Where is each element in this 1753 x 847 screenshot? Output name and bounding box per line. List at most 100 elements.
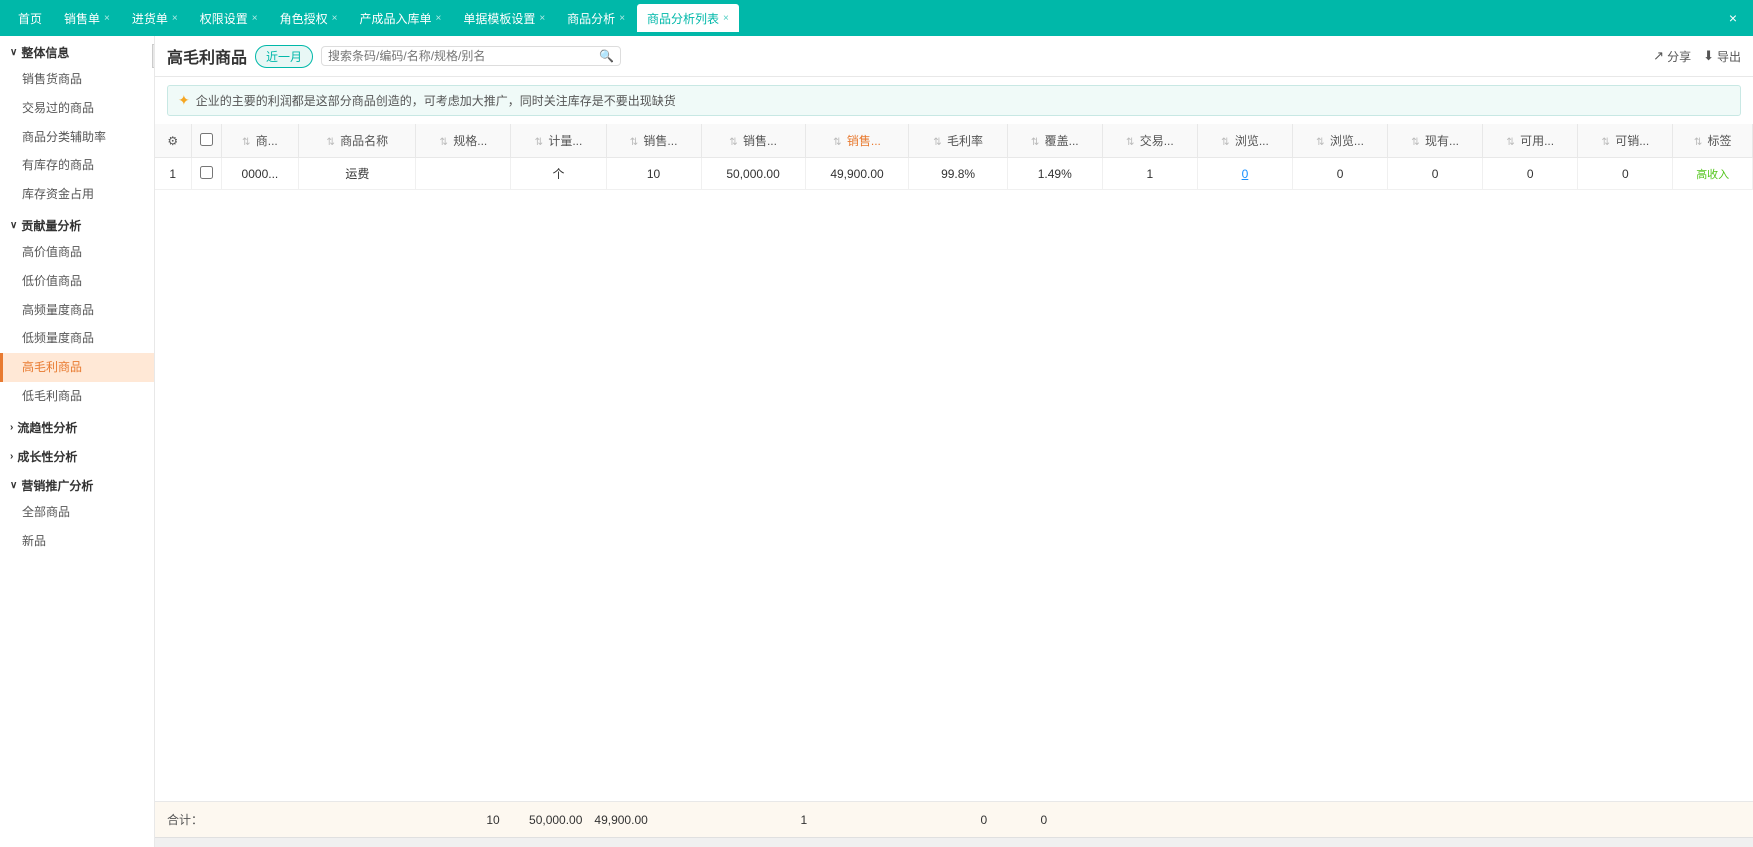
sort-handle-available: ⇅ [1506, 137, 1514, 148]
col-sellable[interactable]: ⇅ 可销... [1578, 124, 1673, 158]
sidebar-collapse-button[interactable]: « [152, 44, 155, 68]
export-button[interactable]: ⬇ 导出 [1703, 48, 1741, 65]
main-layout: « ∨ 整体信息 销售货商品 交易过的商品 商品分类辅助率 有库存的商品 库存资… [0, 36, 1753, 847]
sidebar-item-high-freq[interactable]: 高频量度商品 [0, 296, 154, 325]
collapse-arrow-growth: › [10, 451, 13, 462]
close-production-tab[interactable]: × [435, 13, 441, 24]
content-header: 高毛利商品 近一月 🔍 ↗ 分享 ⬇ 导出 [155, 36, 1753, 77]
sidebar-item-high-value[interactable]: 高价值商品 [0, 238, 154, 267]
nav-tab-analysis-list[interactable]: 商品分析列表 × [637, 4, 739, 32]
footer-sales-cost: 49,900.00 [588, 813, 653, 827]
col-unit[interactable]: ⇅ 计量... [511, 124, 606, 158]
footer-empty-rate [654, 813, 714, 827]
col-browse2[interactable]: ⇅ 浏览... [1293, 124, 1388, 158]
cell-sellable: 0 [1578, 158, 1673, 190]
cell-sales-qty: 10 [606, 158, 701, 190]
col-spec[interactable]: ⇅ 规格... [416, 124, 511, 158]
nav-tab-permissions[interactable]: 权限设置 × [190, 4, 268, 32]
close-template-tab[interactable]: × [539, 13, 545, 24]
close-all-tabs[interactable]: × [1721, 10, 1745, 26]
close-permissions-tab[interactable]: × [252, 13, 258, 24]
close-analysis-list-tab[interactable]: × [723, 13, 729, 24]
sidebar-section-trend[interactable]: › 流趋性分析 [0, 411, 154, 440]
close-roles-tab[interactable]: × [332, 13, 338, 24]
table-container[interactable]: ⚙ ⇅ 商... ⇅ 商品名称 [155, 124, 1753, 801]
cell-index: 1 [155, 158, 191, 190]
cell-tag: 高收入 [1673, 158, 1753, 190]
col-code[interactable]: ⇅ 商... [221, 124, 299, 158]
search-input[interactable] [328, 49, 595, 63]
page-title: 高毛利商品 [167, 44, 247, 68]
sort-handle-sales-amount: ⇅ [729, 137, 737, 148]
sort-handle-sales-cost: ⇅ [833, 137, 841, 148]
collapse-arrow-overall: ∨ [10, 47, 17, 58]
total-label: 合计： [167, 811, 203, 828]
sort-handle-sellable: ⇅ [1601, 137, 1609, 148]
nav-tab-roles[interactable]: 角色授权 × [270, 4, 348, 32]
sidebar-item-low-value[interactable]: 低价值商品 [0, 267, 154, 296]
sidebar: « ∨ 整体信息 销售货商品 交易过的商品 商品分类辅助率 有库存的商品 库存资… [0, 36, 155, 847]
col-current-stock[interactable]: ⇅ 现有... [1388, 124, 1483, 158]
share-button[interactable]: ↗ 分享 [1653, 48, 1691, 65]
sidebar-item-new-goods[interactable]: 新品 [0, 527, 154, 556]
col-trade[interactable]: ⇅ 交易... [1102, 124, 1197, 158]
cell-coverage: 1.49% [1007, 158, 1102, 190]
col-name[interactable]: ⇅ 商品名称 [299, 124, 416, 158]
col-profit-rate[interactable]: ⇅ 毛利率 [909, 124, 1007, 158]
sidebar-item-traded-goods[interactable]: 交易过的商品 [0, 94, 154, 123]
close-purchase-tab[interactable]: × [172, 13, 178, 24]
footer-empty-browse2 [894, 813, 954, 827]
nav-tab-purchase[interactable]: 进货单 × [122, 4, 188, 32]
row-checkbox[interactable] [200, 166, 213, 179]
filter-recent-month[interactable]: 近一月 [255, 45, 313, 68]
sidebar-item-instock-goods[interactable]: 有库存的商品 [0, 151, 154, 180]
nav-tab-home[interactable]: 首页 [8, 4, 52, 32]
col-sales-cost[interactable]: ⇅ 销售... [805, 124, 909, 158]
table-header-row: ⚙ ⇅ 商... ⇅ 商品名称 [155, 124, 1753, 158]
close-sales-tab[interactable]: × [104, 13, 110, 24]
col-sales-amount[interactable]: ⇅ 销售... [701, 124, 805, 158]
export-icon: ⬇ [1703, 48, 1714, 64]
bulb-icon: ✦ [178, 92, 190, 109]
settings-icon[interactable]: ⚙ [167, 134, 178, 148]
footer-cell-empty2 [283, 813, 343, 827]
sidebar-item-high-profit[interactable]: 高毛利商品 [0, 353, 154, 382]
col-available[interactable]: ⇅ 可用... [1483, 124, 1578, 158]
nav-tab-template[interactable]: 单据模板设置 × [453, 4, 555, 32]
sort-handle-trade: ⇅ [1126, 137, 1134, 148]
footer-cell-empty3 [343, 813, 403, 827]
sort-handle-sales-qty: ⇅ [630, 137, 638, 148]
col-checkbox [191, 124, 221, 158]
sidebar-item-all-goods[interactable]: 全部商品 [0, 498, 154, 527]
search-icon[interactable]: 🔍 [599, 49, 614, 63]
nav-tab-analysis[interactable]: 商品分析 × [557, 4, 635, 32]
col-browse1[interactable]: ⇅ 浏览... [1197, 124, 1292, 158]
nav-tab-production[interactable]: 产成品入库单 × [349, 4, 451, 32]
sidebar-item-low-freq[interactable]: 低频量度商品 [0, 324, 154, 353]
info-bar: ✦ 企业的主要的利润都是这部分商品创造的，可考虑加大推广，同时关注库存是不要出现… [167, 85, 1741, 116]
sidebar-item-stock-ratio[interactable]: 库存资金占用 [0, 180, 154, 209]
col-sales-qty[interactable]: ⇅ 销售... [606, 124, 701, 158]
sidebar-item-goods-analysis[interactable]: 商品分类辅助率 [0, 123, 154, 152]
cell-checkbox [191, 158, 221, 190]
sidebar-item-sales-goods[interactable]: 销售货商品 [0, 65, 154, 94]
col-tag[interactable]: ⇅ 标签 [1673, 124, 1753, 158]
share-icon: ↗ [1653, 48, 1664, 64]
bottom-scrollbar[interactable] [155, 837, 1753, 847]
content-area: 高毛利商品 近一月 🔍 ↗ 分享 ⬇ 导出 ✦ 企业的主要的利润都是这部分商品创… [155, 36, 1753, 847]
footer-empty-browse1 [834, 813, 894, 827]
collapse-arrow-marketing: ∨ [10, 480, 17, 491]
sidebar-section-overall[interactable]: ∨ 整体信息 [0, 36, 154, 65]
sort-handle-unit: ⇅ [535, 137, 543, 148]
table-row: 1 0000... 运费 个 10 50,000.00 49,900.00 99… [155, 158, 1753, 190]
sidebar-item-low-profit[interactable]: 低毛利商品 [0, 382, 154, 411]
col-coverage[interactable]: ⇅ 覆盖... [1007, 124, 1102, 158]
select-all-checkbox[interactable] [200, 133, 213, 146]
footer-empty-coverage [714, 813, 774, 827]
nav-tab-sales[interactable]: 销售单 × [54, 4, 120, 32]
cell-browse1[interactable]: 0 [1197, 158, 1292, 190]
sidebar-section-growth[interactable]: › 成长性分析 [0, 440, 154, 469]
sidebar-section-wealth[interactable]: ∨ 贡献量分析 [0, 209, 154, 238]
close-analysis-tab[interactable]: × [619, 13, 625, 24]
sidebar-section-marketing[interactable]: ∨ 营销推广分析 [0, 469, 154, 498]
